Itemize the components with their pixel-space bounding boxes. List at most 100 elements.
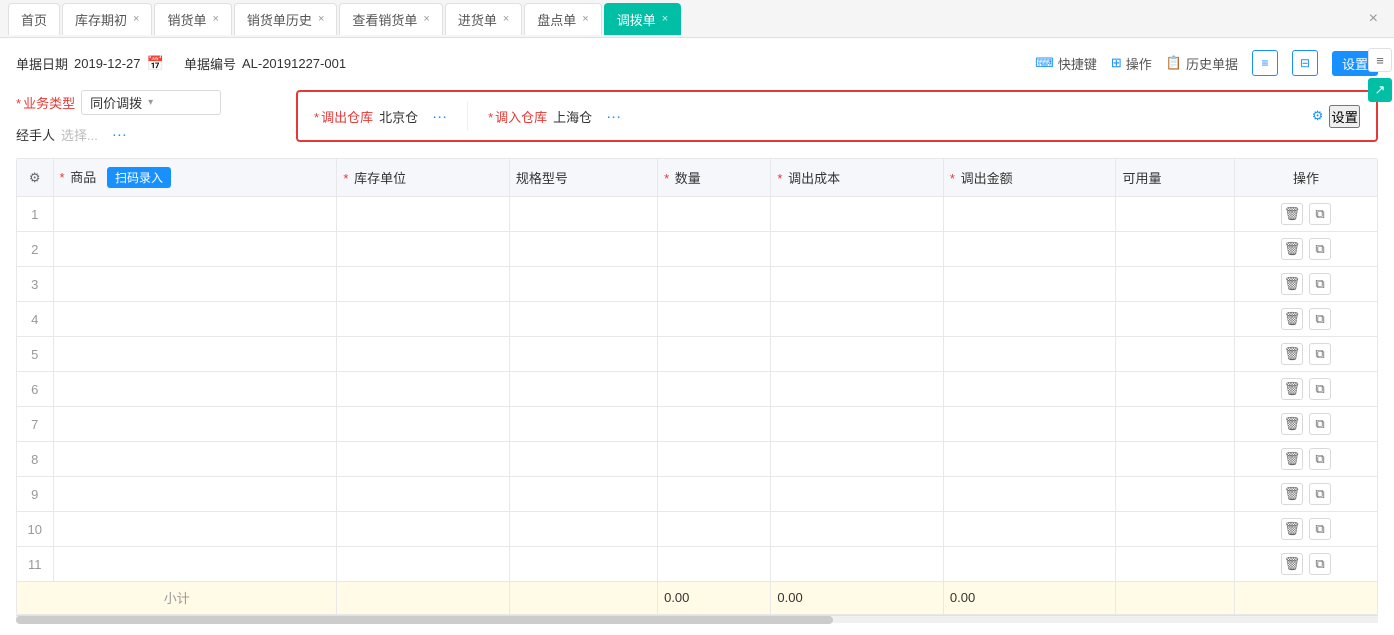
unit-cell[interactable] [337,512,510,547]
tab-view-sales-close[interactable]: × [423,14,429,25]
layout-list-button[interactable]: ≡ [1252,50,1278,76]
available-cell[interactable] [1116,232,1235,267]
spec-cell[interactable] [509,232,657,267]
amount-cell[interactable] [943,407,1116,442]
calendar-icon[interactable]: 📅 [147,55,164,72]
tab-sales-order-close[interactable]: × [212,14,218,25]
operate-button[interactable]: ⊞ 操作 [1111,54,1152,73]
amount-cell[interactable] [943,547,1116,582]
spec-cell[interactable] [509,442,657,477]
delete-button[interactable]: 🗑 [1281,238,1303,260]
spec-cell[interactable] [509,477,657,512]
tab-sales-history[interactable]: 销货单历史 × [234,3,337,35]
goods-cell[interactable] [53,372,337,407]
qty-cell[interactable] [658,302,771,337]
goods-cell[interactable] [53,337,337,372]
goods-cell[interactable] [53,547,337,582]
amount-cell[interactable] [943,267,1116,302]
copy-button[interactable]: ⧉ [1309,518,1331,540]
qty-cell[interactable] [658,197,771,232]
transfer-out-ellipsis[interactable]: ··· [432,108,447,125]
delete-button[interactable]: 🗑 [1281,343,1303,365]
business-type-select[interactable]: 同价调拨 ▾ [81,90,221,115]
cost-cell[interactable] [771,232,944,267]
tab-home[interactable]: 首页 [8,3,60,35]
goods-cell[interactable] [53,407,337,442]
tab-inventory-init-close[interactable]: × [133,14,139,25]
scan-entry-button[interactable]: 扫码录入 [107,167,171,188]
qty-cell[interactable] [658,477,771,512]
copy-button[interactable]: ⧉ [1309,238,1331,260]
unit-cell[interactable] [337,302,510,337]
horizontal-scrollbar[interactable] [16,615,1378,623]
available-cell[interactable] [1116,337,1235,372]
amount-cell[interactable] [943,512,1116,547]
cost-cell[interactable] [771,442,944,477]
tab-transfer[interactable]: 调拨单 × [604,3,681,35]
delete-button[interactable]: 🗑 [1281,378,1303,400]
amount-cell[interactable] [943,337,1116,372]
delete-button[interactable]: 🗑 [1281,308,1303,330]
available-cell[interactable] [1116,547,1235,582]
spec-cell[interactable] [509,407,657,442]
copy-button[interactable]: ⧉ [1309,553,1331,575]
spec-cell[interactable] [509,512,657,547]
copy-button[interactable]: ⧉ [1309,448,1331,470]
spec-cell[interactable] [509,337,657,372]
cost-cell[interactable] [771,267,944,302]
goods-cell[interactable] [53,442,337,477]
delete-button[interactable]: 🗑 [1281,518,1303,540]
copy-button[interactable]: ⧉ [1309,308,1331,330]
copy-button[interactable]: ⧉ [1309,378,1331,400]
cost-cell[interactable] [771,337,944,372]
cost-cell[interactable] [771,477,944,512]
cost-cell[interactable] [771,547,944,582]
delete-button[interactable]: 🗑 [1281,448,1303,470]
transfer-in-ellipsis[interactable]: ··· [606,108,621,125]
layout-grid-button[interactable]: ⊟ [1292,50,1318,76]
available-cell[interactable] [1116,442,1235,477]
available-cell[interactable] [1116,267,1235,302]
spec-cell[interactable] [509,547,657,582]
goods-cell[interactable] [53,232,337,267]
tab-purchase-close[interactable]: × [503,14,509,25]
amount-cell[interactable] [943,232,1116,267]
amount-cell[interactable] [943,372,1116,407]
available-cell[interactable] [1116,477,1235,512]
tab-inventory-check[interactable]: 盘点单 × [524,3,601,35]
history-button[interactable]: 📋 历史单据 [1166,54,1238,73]
panel-list-button[interactable]: ≡ [1368,48,1392,72]
unit-cell[interactable] [337,232,510,267]
goods-cell[interactable] [53,197,337,232]
person-select[interactable]: 选择... [61,125,98,144]
tab-inventory-init[interactable]: 库存期初 × [62,3,152,35]
amount-cell[interactable] [943,197,1116,232]
unit-cell[interactable] [337,442,510,477]
spec-cell[interactable] [509,302,657,337]
unit-cell[interactable] [337,197,510,232]
goods-cell[interactable] [53,302,337,337]
tab-sales-order[interactable]: 销货单 × [154,3,231,35]
delete-button[interactable]: 🗑 [1281,553,1303,575]
col-settings[interactable]: ⚙ [17,159,53,197]
amount-cell[interactable] [943,477,1116,512]
tab-inventory-check-close[interactable]: × [582,14,588,25]
qty-cell[interactable] [658,442,771,477]
cost-cell[interactable] [771,512,944,547]
tab-view-sales[interactable]: 查看销货单 × [339,3,442,35]
amount-cell[interactable] [943,302,1116,337]
available-cell[interactable] [1116,512,1235,547]
goods-cell[interactable] [53,477,337,512]
available-cell[interactable] [1116,302,1235,337]
qty-cell[interactable] [658,232,771,267]
shortcut-button[interactable]: ⌨ 快捷键 [1035,54,1097,73]
qty-cell[interactable] [658,267,771,302]
delete-button[interactable]: 🗑 [1281,203,1303,225]
delete-button[interactable]: 🗑 [1281,413,1303,435]
spec-cell[interactable] [509,372,657,407]
qty-cell[interactable] [658,547,771,582]
qty-cell[interactable] [658,512,771,547]
unit-cell[interactable] [337,337,510,372]
available-cell[interactable] [1116,197,1235,232]
copy-button[interactable]: ⧉ [1309,203,1331,225]
